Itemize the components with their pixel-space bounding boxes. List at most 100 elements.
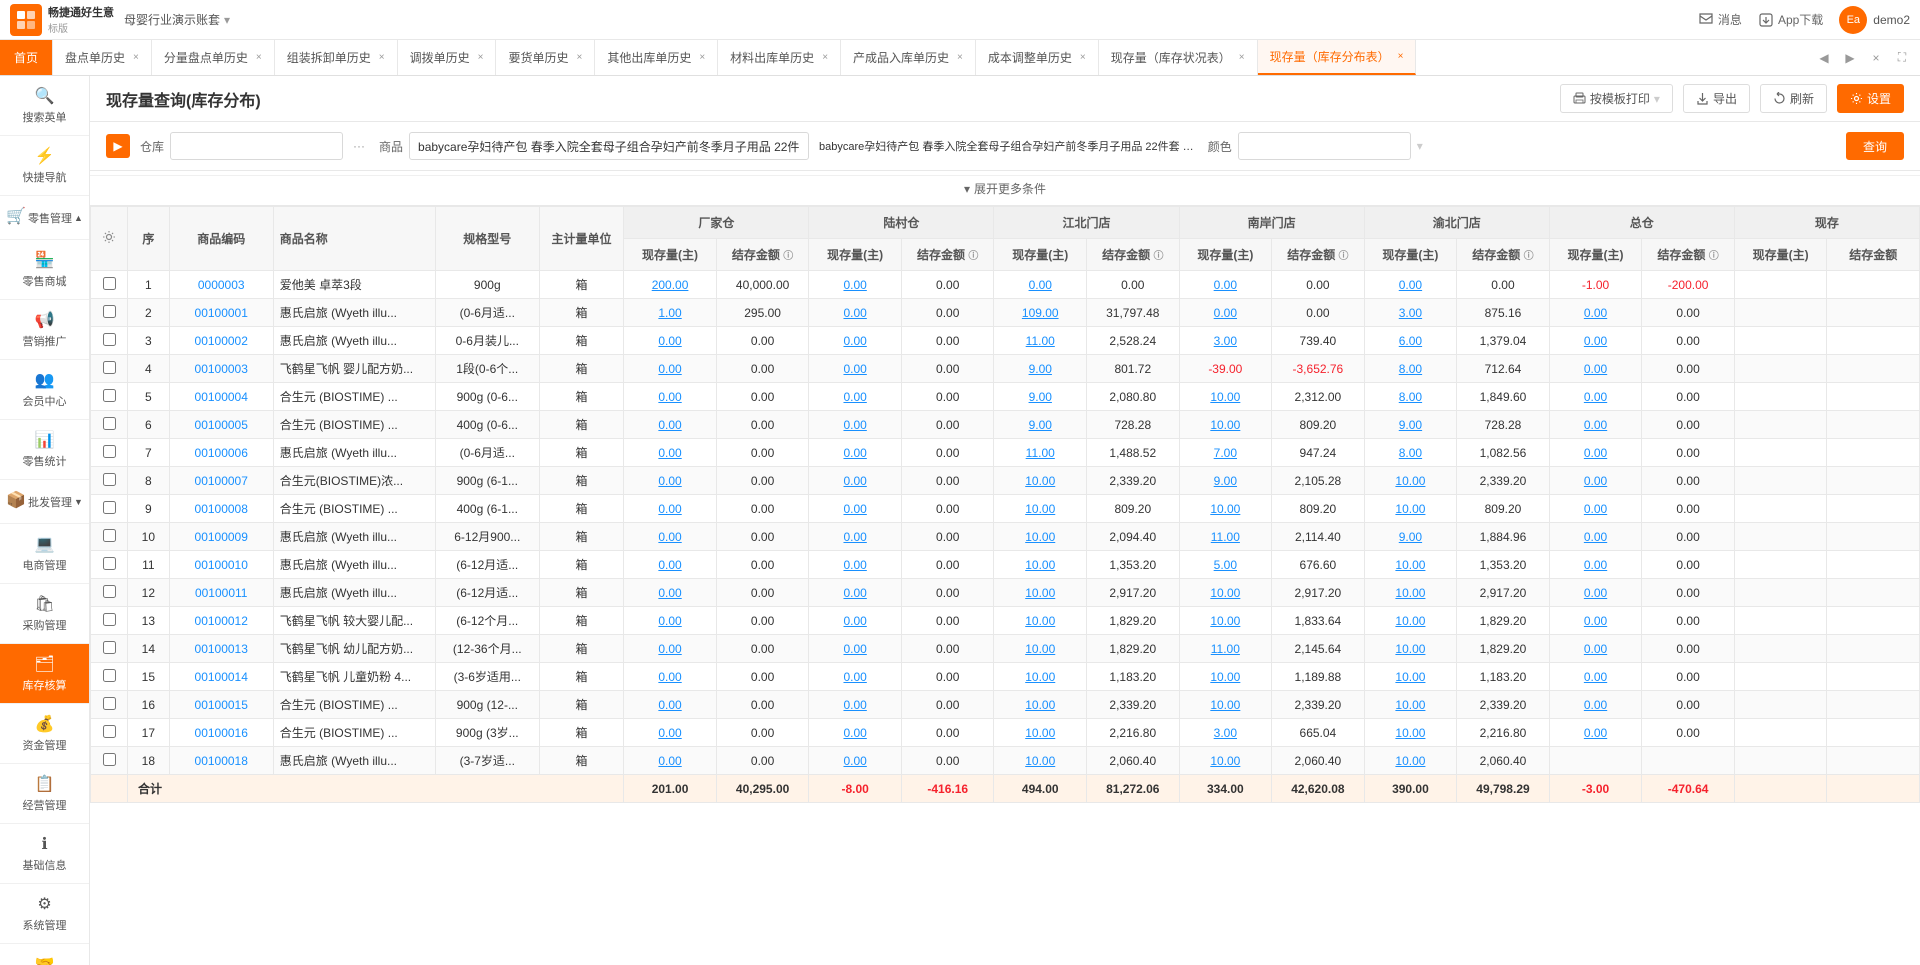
color-filter: 颜色 ▾	[1208, 132, 1423, 160]
warehouse-input[interactable]	[170, 132, 343, 160]
tab-inventory-check[interactable]: 盘点单历史×	[53, 40, 152, 75]
marketing-icon: 📢	[6, 310, 83, 330]
zbmd-info-icon[interactable]: ⓘ	[1524, 251, 1534, 262]
th-settings[interactable]	[91, 207, 128, 271]
goods-input[interactable]	[409, 132, 809, 160]
table-cell-unit: 箱	[539, 719, 623, 747]
settings-button[interactable]: 设置	[1837, 84, 1904, 113]
table-cell-name: 惠氏启旅 (Wyeth illu...	[273, 551, 435, 579]
table-cell-check[interactable]	[91, 271, 128, 299]
lmc-info-icon[interactable]: ⓘ	[968, 251, 978, 262]
color-input[interactable]	[1238, 132, 1411, 160]
table-cell-check[interactable]	[91, 691, 128, 719]
sidebar-item-system[interactable]: ⚙ 系统管理	[0, 884, 89, 944]
nand-info-icon[interactable]: ⓘ	[1339, 251, 1349, 262]
sidebar-item-members[interactable]: 👥 会员中心	[0, 360, 89, 420]
table-cell-qty: -1.00	[1549, 271, 1642, 299]
table-cell-extra	[1827, 327, 1920, 355]
summary-cell-extra	[1827, 775, 1920, 803]
tab-expand-button[interactable]: ⛶	[1890, 46, 1914, 70]
color-dropdown-icon[interactable]: ▾	[1417, 139, 1423, 153]
table-cell-extra	[1827, 663, 1920, 691]
table-cell-qty: 0.00	[1549, 635, 1642, 663]
table-cell-qty: 10.00	[994, 663, 1087, 691]
table-cell-extra	[1827, 411, 1920, 439]
table-cell-amt: 2,060.40	[1272, 747, 1365, 775]
sidebar-item-finance[interactable]: 💰 资金管理	[0, 704, 89, 764]
table-cell-extra	[1734, 551, 1827, 579]
warehouse-dots[interactable]: ···	[349, 139, 369, 153]
table-cell-check[interactable]	[91, 579, 128, 607]
query-button[interactable]: 查询	[1846, 132, 1904, 160]
tab-assembly[interactable]: 组装拆卸单历史×	[275, 40, 398, 75]
sidebar-item-marketing[interactable]: 📢 营销推广	[0, 300, 89, 360]
table-cell-check[interactable]	[91, 299, 128, 327]
table-cell-check[interactable]	[91, 719, 128, 747]
table-cell-check[interactable]	[91, 523, 128, 551]
tab-other-out[interactable]: 其他出库单历史×	[595, 40, 718, 75]
sidebar-item-wholesale[interactable]: 📦 批发管理 ▼	[0, 480, 89, 524]
tab-product-in[interactable]: 产成品入库单历史×	[841, 40, 976, 75]
tab-stock-status[interactable]: 现存量（库存状况表）×	[1099, 40, 1258, 75]
msg-button[interactable]: 消息	[1698, 11, 1742, 28]
sidebar-item-retail-mgmt[interactable]: 🛒 零售管理 ▲	[0, 196, 89, 240]
filter-expand-button[interactable]: ▶	[106, 134, 130, 158]
table-cell-check[interactable]	[91, 635, 128, 663]
table-cell-check[interactable]	[91, 439, 128, 467]
table-cell-amt: 676.60	[1272, 551, 1365, 579]
table-wrap[interactable]: 序 商品编码 商品名称 规格型号 主计量单位 厂家仓 陆村仓 江北门店 南岸门店…	[90, 206, 1920, 965]
cjc-info-icon[interactable]: ⓘ	[783, 251, 793, 262]
tab-cost-adjust[interactable]: 成本调整单历史×	[976, 40, 1099, 75]
table-cell-check[interactable]	[91, 355, 128, 383]
tab-transfer[interactable]: 调拨单历史×	[398, 40, 497, 75]
table-cell-check[interactable]	[91, 663, 128, 691]
tab-next-button[interactable]: ▶	[1838, 46, 1862, 70]
tab-home[interactable]: 首页	[0, 40, 53, 75]
table-cell-qty: 0.00	[1179, 299, 1272, 327]
tab-close-button[interactable]: ×	[1864, 46, 1888, 70]
export-button[interactable]: 导出	[1683, 84, 1750, 113]
table-cell-qty: 0.00	[1549, 495, 1642, 523]
tab-goods-order[interactable]: 要货单历史×	[496, 40, 595, 75]
table-cell-name: 爱他美 卓萃3段	[273, 271, 435, 299]
tab-stock-distribution[interactable]: 现存量（库存分布表）×	[1258, 40, 1417, 75]
summary-cell-qty: 390.00	[1364, 775, 1457, 803]
table-cell-check[interactable]	[91, 607, 128, 635]
table-cell-extra	[1734, 383, 1827, 411]
tab-prev-button[interactable]: ◀	[1812, 46, 1836, 70]
sidebar-item-inventory[interactable]: 🗂 库存核算	[0, 644, 89, 704]
sidebar-item-search[interactable]: 🔍 搜索英单	[0, 76, 89, 136]
sidebar-item-quicknav[interactable]: ⚡ 快捷导航	[0, 136, 89, 196]
table-cell-check[interactable]	[91, 495, 128, 523]
table-cell-no: 17	[128, 719, 170, 747]
table-cell-amt: 0.00	[901, 523, 994, 551]
jbmd-info-icon[interactable]: ⓘ	[1153, 251, 1163, 262]
table-cell-qty: 11.00	[994, 327, 1087, 355]
tab-material-out[interactable]: 材料出库单历史×	[718, 40, 841, 75]
total-info-icon[interactable]: ⓘ	[1709, 251, 1719, 262]
refresh-button[interactable]: 刷新	[1760, 84, 1827, 113]
sidebar-item-business[interactable]: 📋 经营管理	[0, 764, 89, 824]
sidebar-item-purchase[interactable]: 🛍 采购管理	[0, 584, 89, 644]
table-cell-qty: 0.00	[1549, 663, 1642, 691]
sidebar-item-collab[interactable]: 🤝 企业协同	[0, 944, 89, 965]
table-cell-check[interactable]	[91, 383, 128, 411]
print-button[interactable]: 按模板打印 ▾	[1560, 84, 1673, 113]
table-cell-amt: 0.00	[901, 467, 994, 495]
expand-more-button[interactable]: ▾ 展开更多条件	[90, 175, 1920, 201]
app-download-button[interactable]: App下载	[1758, 11, 1823, 28]
table-cell-qty: 3.00	[1179, 719, 1272, 747]
table-cell-check[interactable]	[91, 411, 128, 439]
table-cell-check[interactable]	[91, 467, 128, 495]
sidebar-item-basic-info[interactable]: ℹ 基础信息	[0, 824, 89, 884]
sidebar-item-ecommerce[interactable]: 💻 电商管理	[0, 524, 89, 584]
table-cell-check[interactable]	[91, 551, 128, 579]
account-dropdown[interactable]: 母婴行业演示账套 ▾	[124, 11, 230, 28]
user-menu[interactable]: Ea demo2	[1839, 6, 1910, 34]
table-cell-check[interactable]	[91, 327, 128, 355]
sidebar-item-retail-shop[interactable]: 🏪 零售商城	[0, 240, 89, 300]
tab-partial-inventory[interactable]: 分量盘点单历史×	[152, 40, 275, 75]
sidebar-item-retail-stats[interactable]: 📊 零售统计	[0, 420, 89, 480]
table-cell-qty: 0.00	[994, 271, 1087, 299]
table-cell-check[interactable]	[91, 747, 128, 775]
